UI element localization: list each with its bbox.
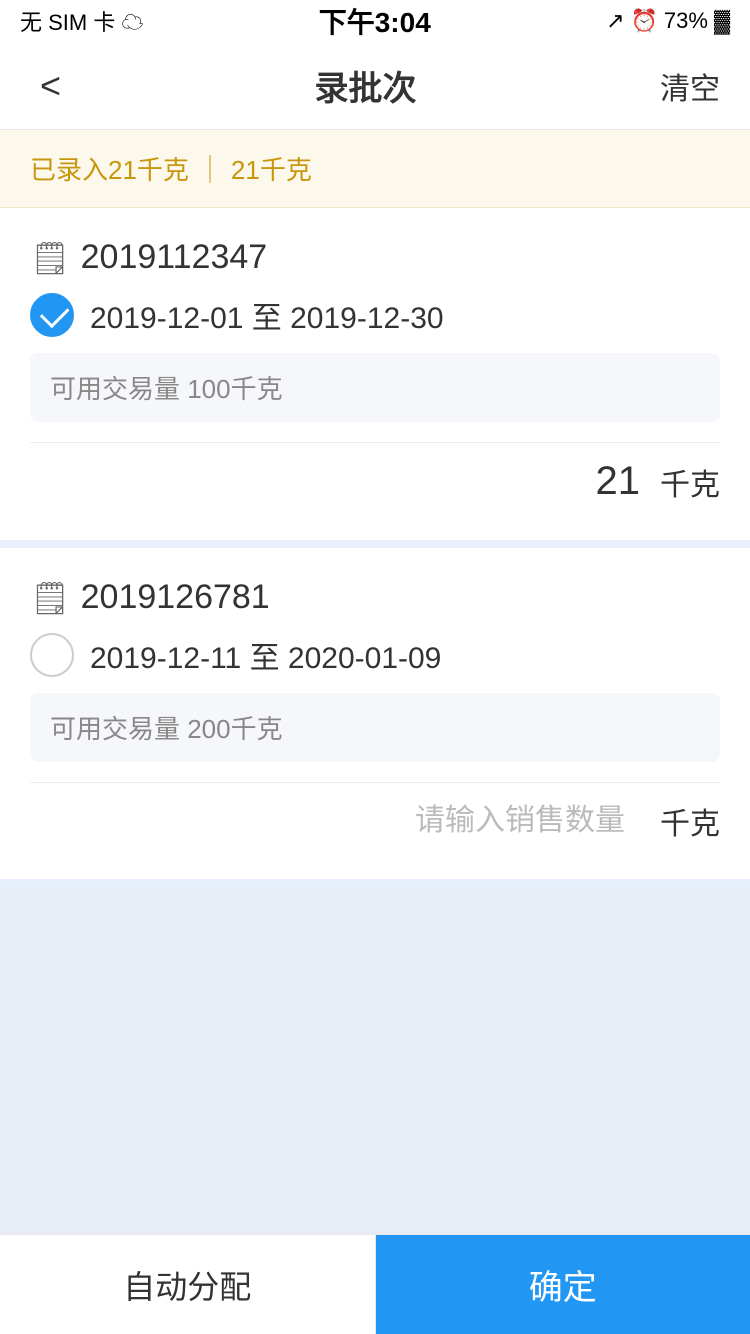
batch-input-row-2: 千克 xyxy=(30,782,720,859)
nav-bar: < 录批次 清空 xyxy=(0,42,750,130)
status-bar: 无 SIM 卡 ☁ 下午3:04 ↗ ⏰ 73% ▓ xyxy=(0,0,750,42)
page-title: 录批次 xyxy=(315,61,417,110)
total-amount: 21千克 xyxy=(231,150,312,187)
clear-button[interactable]: 清空 xyxy=(660,64,720,108)
batch-radio-1[interactable] xyxy=(30,293,74,337)
quantity-unit-2: 千克 xyxy=(660,799,720,843)
auto-distribute-button[interactable]: 自动分配 xyxy=(0,1235,376,1334)
back-button[interactable]: < xyxy=(30,55,71,117)
batch-quantity-row-1: 21 千克 xyxy=(30,442,720,520)
quantity-unit-1: 千克 xyxy=(660,460,720,504)
batch-header-1: 🗒 2019112347 xyxy=(30,238,720,277)
batch-date-row-2: 2019-12-11 至 2020-01-09 xyxy=(30,633,720,677)
summary-bar: 已录入21千克 21千克 xyxy=(0,130,750,208)
status-right: ↗ ⏰ 73% ▓ xyxy=(606,8,730,34)
batch-id-icon-2: 🗒 xyxy=(30,579,71,617)
status-left: 无 SIM 卡 ☁ xyxy=(20,5,143,37)
batch-list: 🗒 2019112347 2019-12-01 至 2019-12-30 可用交… xyxy=(0,208,750,887)
batch-available-2: 可用交易量 200千克 xyxy=(30,693,720,762)
blue-separator-2 xyxy=(0,879,750,887)
batch-radio-2[interactable] xyxy=(30,633,74,677)
sim-label: 无 SIM 卡 ☁ xyxy=(20,5,143,37)
batch-item-2: 🗒 2019126781 2019-12-11 至 2020-01-09 可用交… xyxy=(0,548,750,879)
alarm-icon: ⏰ xyxy=(631,8,658,34)
batch-id-1: 2019112347 xyxy=(81,238,268,277)
blue-separator-1 xyxy=(0,540,750,548)
batch-id-icon-1: 🗒 xyxy=(30,239,71,277)
batch-item-1: 🗒 2019112347 2019-12-01 至 2019-12-30 可用交… xyxy=(0,208,750,540)
batch-date-row-1: 2019-12-01 至 2019-12-30 xyxy=(30,293,720,337)
batch-header-2: 🗒 2019126781 xyxy=(30,578,720,617)
confirm-button[interactable]: 确定 xyxy=(376,1235,750,1334)
batch-id-2: 2019126781 xyxy=(81,578,270,617)
batch-date-2: 2019-12-11 至 2020-01-09 xyxy=(90,633,441,677)
location-icon: ↗ xyxy=(606,8,624,34)
battery-icon: ▓ xyxy=(714,8,730,34)
recorded-amount: 已录入21千克 xyxy=(30,150,189,187)
quantity-value-1: 21 xyxy=(596,459,641,504)
batch-available-1: 可用交易量 100千克 xyxy=(30,353,720,422)
summary-divider xyxy=(209,155,211,183)
battery-percent: 73% xyxy=(664,8,708,34)
batch-date-1: 2019-12-01 至 2019-12-30 xyxy=(90,293,444,337)
quantity-input-2[interactable] xyxy=(30,804,640,838)
status-time: 下午3:04 xyxy=(319,1,431,41)
bottom-bar: 自动分配 确定 xyxy=(0,1234,750,1334)
